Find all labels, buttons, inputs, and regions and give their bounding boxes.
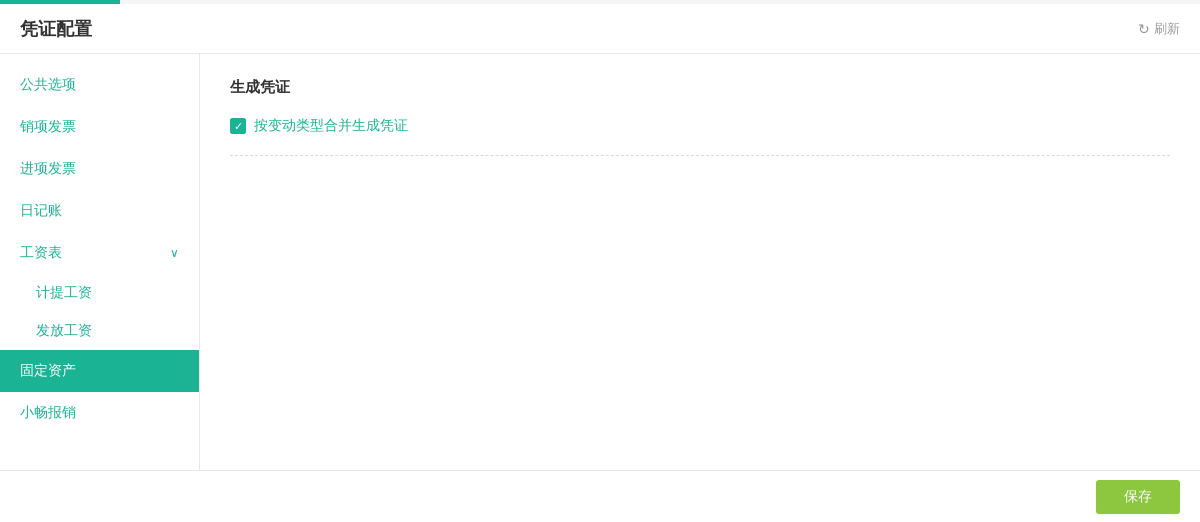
sidebar-item-label: 计提工资	[36, 284, 92, 300]
sidebar-item-label: 进项发票	[20, 160, 76, 178]
merge-checkbox[interactable]: ✓	[230, 118, 246, 134]
section-divider	[230, 155, 1170, 156]
sidebar-item-label: 固定资产	[20, 362, 76, 380]
refresh-label: 刷新	[1154, 20, 1180, 38]
sidebar-item-label: 日记账	[20, 202, 62, 220]
checkbox-row: ✓ 按变动类型合并生成凭证	[230, 117, 1170, 135]
sidebar-item-label: 公共选项	[20, 76, 76, 94]
sidebar-item-fixed-assets[interactable]: 固定资产	[0, 350, 199, 392]
content-area: 生成凭证 ✓ 按变动类型合并生成凭证	[200, 54, 1200, 470]
section-title: 生成凭证	[230, 78, 1170, 97]
page-wrapper: 凭证配置 ↻ 刷新 公共选项 销项发票 进项发票 日记账 工资表 ∨	[0, 0, 1200, 522]
sidebar-item-label: 工资表	[20, 244, 62, 262]
sidebar-item-journal[interactable]: 日记账	[0, 190, 199, 232]
sidebar-item-public[interactable]: 公共选项	[0, 64, 199, 106]
top-tab-active	[0, 0, 120, 4]
page-title: 凭证配置	[20, 17, 92, 41]
sidebar: 公共选项 销项发票 进项发票 日记账 工资表 ∨ 计提工资 发放工资	[0, 54, 200, 470]
sidebar-item-sales-invoice[interactable]: 销项发票	[0, 106, 199, 148]
sidebar-item-label: 小畅报销	[20, 404, 76, 422]
checkmark-icon: ✓	[234, 121, 243, 132]
refresh-button[interactable]: ↻ 刷新	[1138, 20, 1180, 38]
sidebar-item-expense[interactable]: 小畅报销	[0, 392, 199, 434]
sidebar-item-label: 发放工资	[36, 322, 92, 338]
header: 凭证配置 ↻ 刷新	[0, 4, 1200, 54]
refresh-icon: ↻	[1138, 21, 1150, 37]
chevron-down-icon: ∨	[170, 246, 179, 260]
sidebar-item-purchase-invoice[interactable]: 进项发票	[0, 148, 199, 190]
footer: 保存	[0, 470, 1200, 522]
main-layout: 公共选项 销项发票 进项发票 日记账 工资表 ∨ 计提工资 发放工资	[0, 54, 1200, 470]
sidebar-item-label: 销项发票	[20, 118, 76, 136]
top-tab-bar	[0, 0, 1200, 4]
sidebar-item-payroll[interactable]: 工资表 ∨	[0, 232, 199, 274]
sidebar-item-calc-payroll[interactable]: 计提工资	[0, 274, 199, 312]
sidebar-item-dist-payroll[interactable]: 发放工资	[0, 312, 199, 350]
save-button[interactable]: 保存	[1096, 480, 1180, 514]
checkbox-label: 按变动类型合并生成凭证	[254, 117, 408, 135]
